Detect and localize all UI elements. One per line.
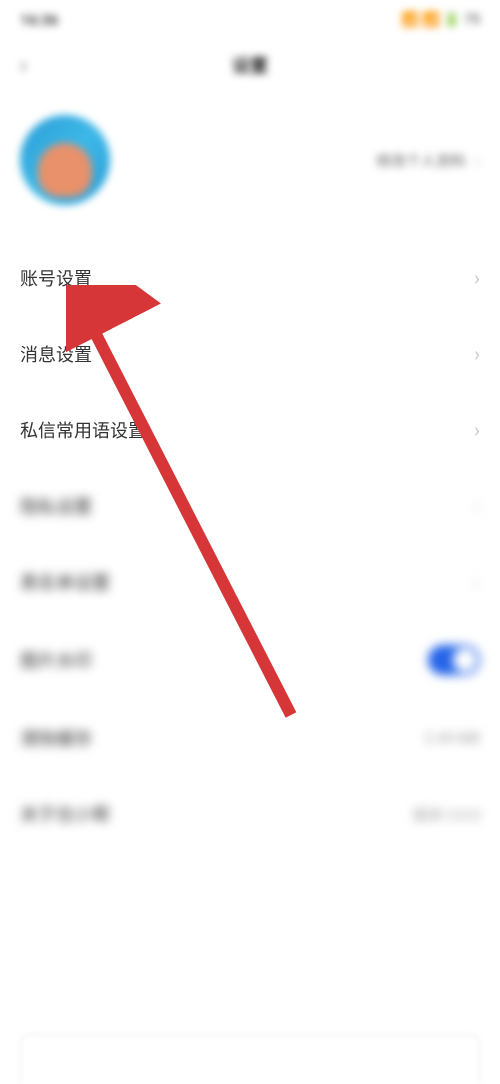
list-item-value: 2.49 MB xyxy=(425,729,480,747)
list-item-about[interactable]: 关于住小帮 版本 3.0.0 xyxy=(0,776,500,852)
chevron-right-icon: › xyxy=(474,148,480,172)
list-item-value: 版本 3.0.0 xyxy=(413,804,480,825)
list-item-label: 私信常用语设置 xyxy=(20,417,146,443)
list-item-label: 关于住小帮 xyxy=(20,801,110,827)
edit-profile-link[interactable]: 修改个人资料 › xyxy=(376,148,480,172)
page-title: 设置 xyxy=(232,52,268,78)
status-time: 16:36 xyxy=(20,11,58,29)
list-item-label: 清除缓存 xyxy=(20,725,92,751)
avatar[interactable] xyxy=(20,115,110,205)
list-item-label: 隐私设置 xyxy=(20,493,92,519)
status-bar: 16:36 📶 📶 🔋 75 xyxy=(0,0,500,40)
list-item-privacy[interactable]: 隐私设置 › xyxy=(0,468,500,544)
chevron-right-icon: › xyxy=(474,418,480,442)
list-item-label: 图片水印 xyxy=(20,647,92,673)
list-item-watermark[interactable]: 图片水印 xyxy=(0,620,500,700)
profile-section[interactable]: 修改个人资料 › xyxy=(0,90,500,240)
settings-list: 账号设置 › 消息设置 › 私信常用语设置 › 隐私设置 › 黑名单设置 › 图… xyxy=(0,240,500,852)
chevron-right-icon: › xyxy=(474,570,480,594)
list-item-label: 账号设置 xyxy=(20,265,92,291)
edit-profile-label: 修改个人资料 xyxy=(376,150,466,171)
status-icons: 📶 📶 🔋 75 xyxy=(402,12,480,28)
list-item-label: 黑名单设置 xyxy=(20,569,110,595)
chevron-right-icon: › xyxy=(474,342,480,366)
list-item-message-settings[interactable]: 消息设置 › xyxy=(0,316,500,392)
chevron-right-icon: › xyxy=(474,494,480,518)
list-item-blacklist[interactable]: 黑名单设置 › xyxy=(0,544,500,620)
list-item-label: 消息设置 xyxy=(20,341,92,367)
bottom-container xyxy=(20,1034,480,1084)
chevron-right-icon: › xyxy=(474,266,480,290)
header: ‹ 设置 xyxy=(0,40,500,90)
list-item-account-settings[interactable]: 账号设置 › xyxy=(0,240,500,316)
back-button[interactable]: ‹ xyxy=(20,51,27,79)
toggle-switch[interactable] xyxy=(428,645,480,675)
list-item-quick-phrases[interactable]: 私信常用语设置 › xyxy=(0,392,500,468)
list-item-cache[interactable]: 清除缓存 2.49 MB xyxy=(0,700,500,776)
